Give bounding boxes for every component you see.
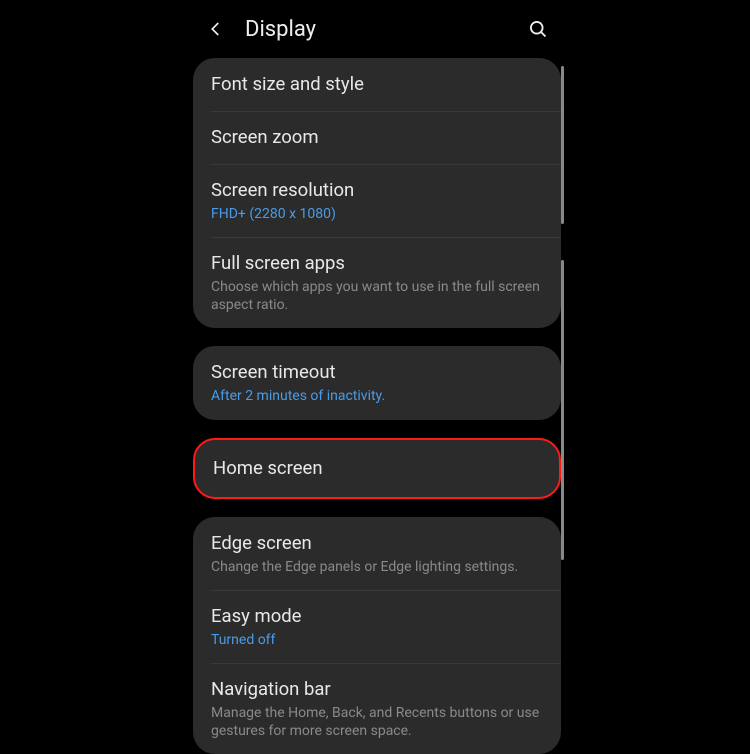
row-subtitle: Turned off [211,631,543,649]
settings-list: Font size and style Screen zoom Screen r… [187,58,567,754]
settings-card: Screen timeout After 2 minutes of inacti… [193,346,561,419]
row-title: Screen zoom [211,125,543,150]
row-font-size-and-style[interactable]: Font size and style [193,58,561,111]
row-home-screen[interactable]: Home screen [195,440,559,497]
row-title: Navigation bar [211,677,543,702]
row-title: Full screen apps [211,251,543,276]
row-title: Easy mode [211,604,543,629]
row-title: Font size and style [211,72,543,97]
app-header: Display [187,0,567,58]
settings-card: Edge screen Change the Edge panels or Ed… [193,517,561,754]
scrollbar-segment[interactable] [561,66,564,224]
row-navigation-bar[interactable]: Navigation bar Manage the Home, Back, an… [193,663,561,754]
scrollbar-segment[interactable] [561,260,564,560]
row-screen-timeout[interactable]: Screen timeout After 2 minutes of inacti… [193,346,561,419]
row-easy-mode[interactable]: Easy mode Turned off [193,590,561,663]
settings-card-highlighted: Home screen [193,438,561,499]
row-edge-screen[interactable]: Edge screen Change the Edge panels or Ed… [193,517,561,590]
row-title: Screen resolution [211,178,543,203]
settings-card: Font size and style Screen zoom Screen r… [193,58,561,328]
row-title: Home screen [213,456,541,481]
row-subtitle: Choose which apps you want to use in the… [211,278,543,314]
back-icon[interactable] [205,18,227,40]
row-subtitle: Change the Edge panels or Edge lighting … [211,558,543,576]
page-title: Display [245,17,527,42]
row-subtitle: Manage the Home, Back, and Recents butto… [211,704,543,740]
row-subtitle: FHD+ (2280 x 1080) [211,205,543,223]
search-icon[interactable] [527,18,549,40]
row-screen-zoom[interactable]: Screen zoom [193,111,561,164]
row-screen-resolution[interactable]: Screen resolution FHD+ (2280 x 1080) [193,164,561,237]
row-full-screen-apps[interactable]: Full screen apps Choose which apps you w… [193,237,561,328]
row-subtitle: After 2 minutes of inactivity. [211,387,543,405]
row-title: Screen timeout [211,360,543,385]
row-title: Edge screen [211,531,543,556]
